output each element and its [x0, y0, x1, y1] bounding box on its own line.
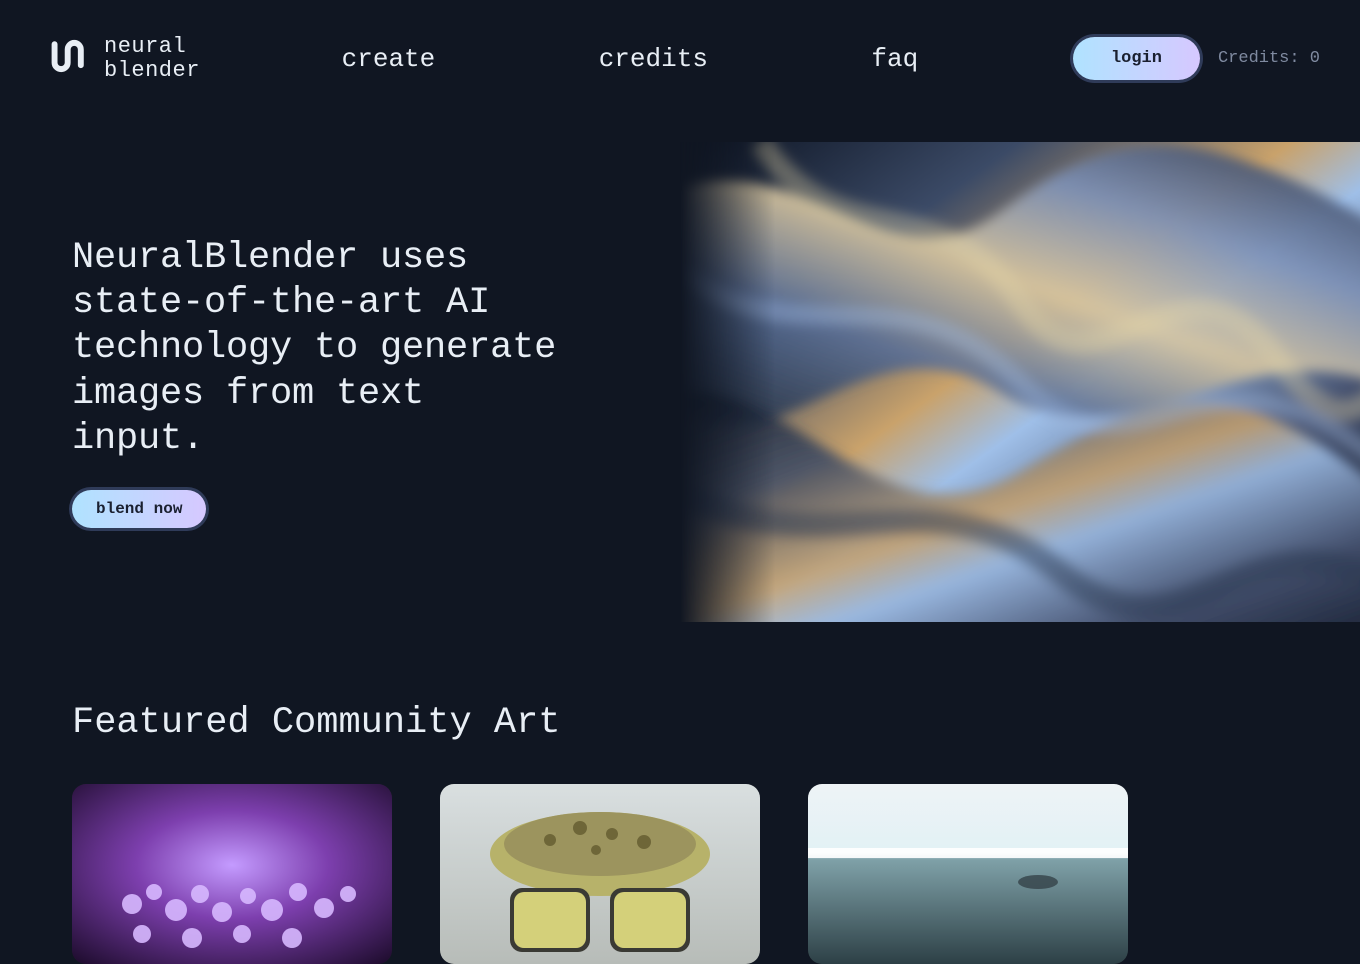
hero-background-art	[680, 142, 1360, 622]
art-thumbnail-icon	[72, 784, 392, 964]
art-card[interactable]	[440, 784, 760, 964]
brand-logo[interactable]: neural blender	[48, 35, 200, 82]
header-right: login Credits: 0	[1073, 37, 1320, 80]
art-card[interactable]	[72, 784, 392, 964]
blend-now-button[interactable]: blend now	[72, 490, 206, 528]
featured-card-row	[72, 784, 1288, 964]
featured-title: Featured Community Art	[72, 702, 1288, 744]
credits-counter: Credits: 0	[1218, 49, 1320, 68]
primary-nav: create credits faq	[280, 44, 980, 74]
nav-credits[interactable]: credits	[599, 44, 708, 74]
nav-faq[interactable]: faq	[871, 44, 918, 74]
art-thumbnail-icon	[808, 784, 1128, 964]
hero-copy: NeuralBlender uses state-of-the-art AI t…	[0, 236, 560, 528]
nav-create[interactable]: create	[342, 44, 436, 74]
featured-section: Featured Community Art	[0, 622, 1360, 964]
login-button[interactable]: login	[1073, 37, 1200, 80]
brand-mark-icon	[48, 35, 90, 82]
hero-headline: NeuralBlender uses state-of-the-art AI t…	[72, 236, 560, 462]
art-thumbnail-icon	[440, 784, 760, 964]
art-card[interactable]	[808, 784, 1128, 964]
hero-section: NeuralBlender uses state-of-the-art AI t…	[0, 142, 1360, 622]
site-header: neural blender create credits faq login …	[0, 0, 1360, 102]
brand-wordmark: neural blender	[104, 35, 200, 81]
